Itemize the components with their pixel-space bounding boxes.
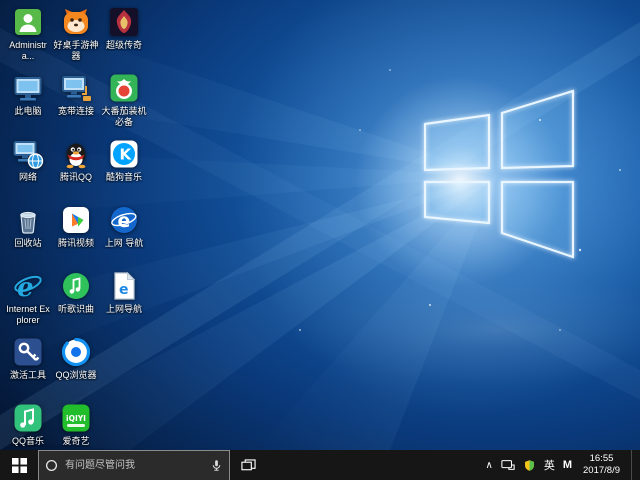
clock-time: 16:55 bbox=[583, 453, 620, 465]
icon-label: QQ音乐 bbox=[4, 436, 52, 447]
task-view-button[interactable] bbox=[230, 450, 266, 480]
iqiyi-icon: iQIYI bbox=[60, 402, 92, 434]
system-tray: ∧ 英 M 16:55 2017/8/9 bbox=[480, 450, 640, 480]
icon-label: 此电脑 bbox=[4, 106, 52, 117]
super-legend-icon bbox=[108, 6, 140, 38]
icon-label: 激活工具 bbox=[4, 370, 52, 381]
hidden-icons-chevron[interactable]: ∧ bbox=[486, 460, 493, 471]
icon-label: 宽带连接 bbox=[52, 106, 100, 117]
listen-song-icon bbox=[60, 270, 92, 302]
haozhuo-games-icon bbox=[60, 6, 92, 38]
taskbar: ∧ 英 M 16:55 2017/8/9 bbox=[0, 450, 640, 480]
broadband-icon bbox=[60, 72, 92, 104]
network-icon bbox=[12, 138, 44, 170]
task-view-icon bbox=[241, 458, 256, 473]
icon-label: QQ浏览器 bbox=[52, 370, 100, 381]
desktop-icon-network[interactable]: 网络 bbox=[4, 138, 52, 183]
taskbar-clock[interactable]: 16:55 2017/8/9 bbox=[580, 453, 623, 477]
svg-text:e: e bbox=[119, 282, 129, 298]
this-pc-icon bbox=[12, 72, 44, 104]
desktop-icon-internet-explorer[interactable]: eInternet Explorer bbox=[4, 270, 52, 326]
internet-explorer-icon: e bbox=[12, 270, 44, 302]
security-shield-icon[interactable] bbox=[523, 459, 536, 472]
show-desktop-button[interactable] bbox=[631, 450, 636, 480]
icon-label: 大番茄装机必备 bbox=[100, 106, 148, 128]
icon-label: 回收站 bbox=[4, 238, 52, 249]
svg-text:K: K bbox=[120, 146, 133, 164]
desktop-icon-web-nav-2[interactable]: e 上网导航 bbox=[100, 270, 148, 315]
microphone-icon[interactable] bbox=[210, 459, 223, 472]
desktop-icon-kugou-music[interactable]: K 酷狗音乐 bbox=[100, 138, 148, 183]
cortana-icon bbox=[45, 459, 58, 472]
activation-tool-icon bbox=[12, 336, 44, 368]
icon-label: 腾讯视频 bbox=[52, 238, 100, 249]
search-input[interactable] bbox=[63, 459, 205, 472]
network-icon[interactable] bbox=[501, 458, 515, 472]
start-button[interactable] bbox=[0, 450, 38, 480]
icon-label: Administra... bbox=[4, 40, 52, 62]
desktop-icon-big-tomato[interactable]: 大番茄装机必备 bbox=[100, 72, 148, 128]
big-tomato-icon bbox=[108, 72, 140, 104]
tencent-qq-icon bbox=[60, 138, 92, 170]
web-nav-2-icon: e bbox=[108, 270, 140, 302]
desktop-icon-broadband[interactable]: 宽带连接 bbox=[52, 72, 100, 117]
desktop-icon-qq-browser[interactable]: QQ浏览器 bbox=[52, 336, 100, 381]
icon-label: 上网 导航 bbox=[100, 238, 148, 249]
qq-browser-icon bbox=[60, 336, 92, 368]
taskbar-search[interactable] bbox=[38, 450, 230, 480]
desktop-icon-listen-song[interactable]: 听歌识曲 bbox=[52, 270, 100, 315]
desktop-icon-qq-music[interactable]: QQ音乐 bbox=[4, 402, 52, 447]
icon-label: 酷狗音乐 bbox=[100, 172, 148, 183]
desktop-icon-haozhuo-games[interactable]: 好桌手游神器 bbox=[52, 6, 100, 62]
recycle-bin-icon bbox=[12, 204, 44, 236]
icon-label: 网络 bbox=[4, 172, 52, 183]
desktop-icon-web-nav-1[interactable]: e 上网 导航 bbox=[100, 204, 148, 249]
desktop-icon-super-legend[interactable]: 超级传奇 bbox=[100, 6, 148, 51]
administrator-icon bbox=[12, 6, 44, 38]
qq-music-icon bbox=[12, 402, 44, 434]
svg-text:iQIYI: iQIYI bbox=[66, 414, 86, 423]
desktop-icon-recycle-bin[interactable]: 回收站 bbox=[4, 204, 52, 249]
icon-label: 腾讯QQ bbox=[52, 172, 100, 183]
desktop[interactable]: Administra...好桌手游神器超级传奇此电脑宽带连接大番茄装机必备网络腾… bbox=[0, 0, 640, 480]
desktop-icon-administrator[interactable]: Administra... bbox=[4, 6, 52, 62]
input-language-indicator[interactable]: 英 bbox=[544, 457, 555, 473]
ime-mode-indicator[interactable]: M bbox=[563, 459, 572, 471]
desktop-icon-tencent-qq[interactable]: 腾讯QQ bbox=[52, 138, 100, 183]
desktop-icon-activation-tool[interactable]: 激活工具 bbox=[4, 336, 52, 381]
icon-label: 超级传奇 bbox=[100, 40, 148, 51]
tencent-video-icon bbox=[60, 204, 92, 236]
web-nav-1-icon: e bbox=[108, 204, 140, 236]
icon-label: 爱奇艺 bbox=[52, 436, 100, 447]
desktop-icon-tencent-video[interactable]: 腾讯视频 bbox=[52, 204, 100, 249]
icon-label: Internet Explorer bbox=[4, 304, 52, 326]
icon-label: 好桌手游神器 bbox=[52, 40, 100, 62]
icon-label: 听歌识曲 bbox=[52, 304, 100, 315]
clock-date: 2017/8/9 bbox=[583, 465, 620, 477]
desktop-icon-iqiyi[interactable]: iQIYI 爱奇艺 bbox=[52, 402, 100, 447]
windows-logo-icon bbox=[12, 458, 27, 473]
desktop-icon-this-pc[interactable]: 此电脑 bbox=[4, 72, 52, 117]
icon-label: 上网导航 bbox=[100, 304, 148, 315]
kugou-music-icon: K bbox=[108, 138, 140, 170]
